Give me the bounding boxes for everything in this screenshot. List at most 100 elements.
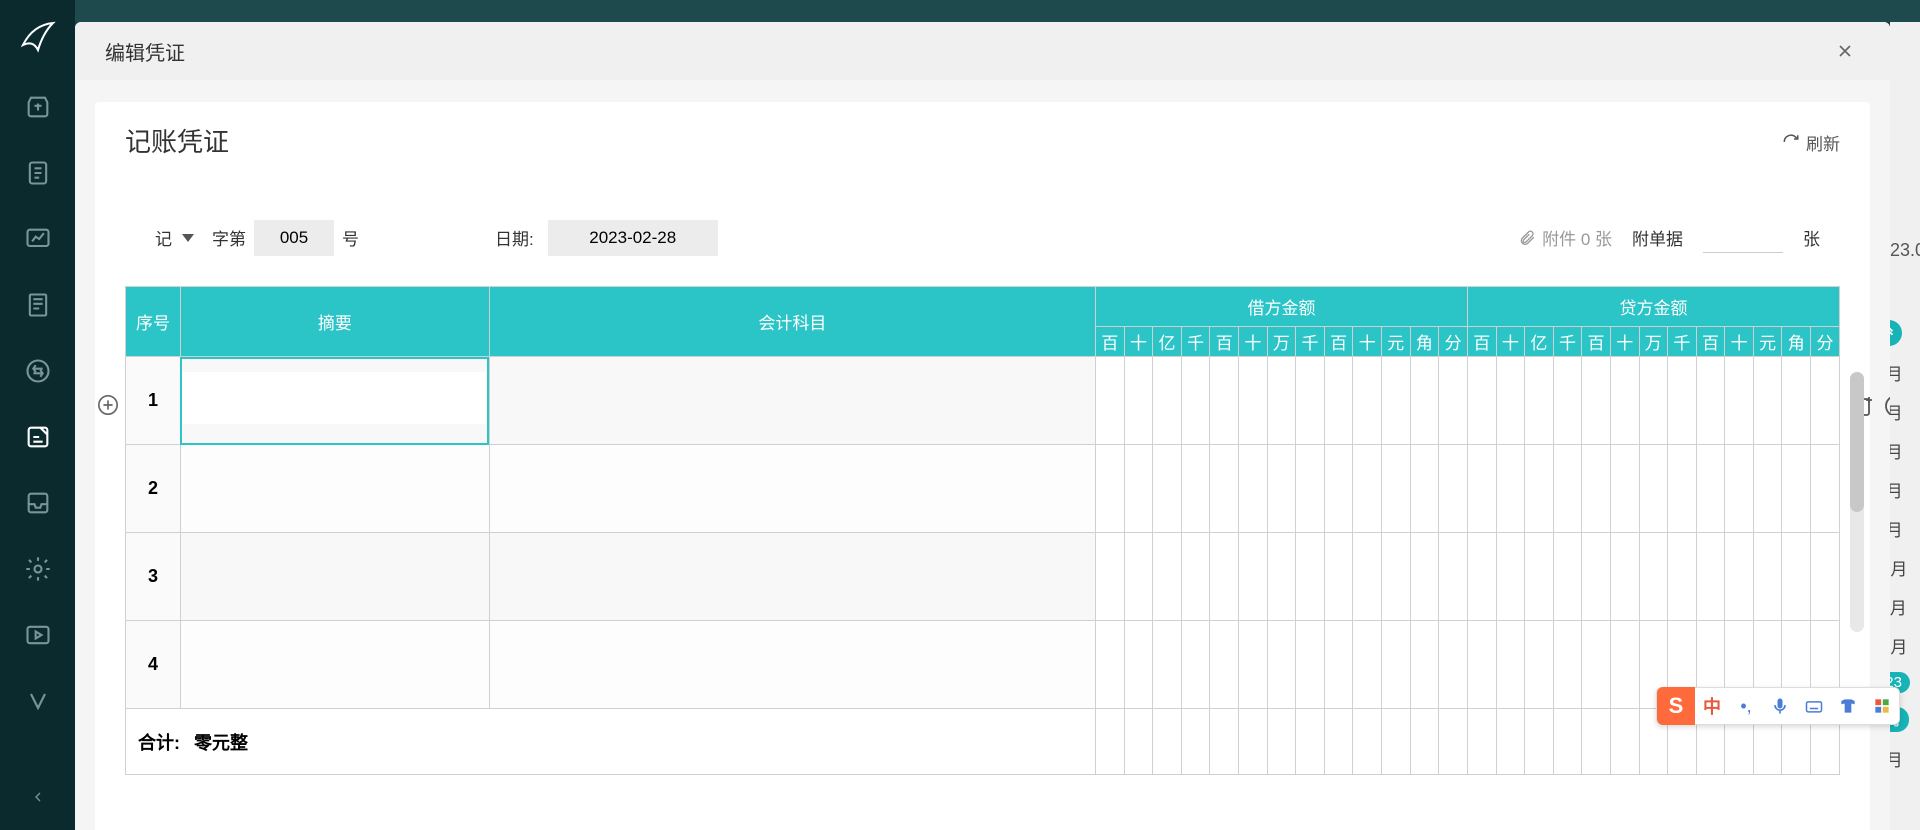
- amount-digit-cell[interactable]: [1553, 445, 1582, 533]
- subject-cell[interactable]: [489, 357, 1095, 445]
- amount-digit-cell[interactable]: [1610, 621, 1639, 709]
- amount-digit-cell[interactable]: [1410, 357, 1439, 445]
- amount-digit-cell[interactable]: [1496, 445, 1525, 533]
- amount-digit-cell[interactable]: [1124, 533, 1153, 621]
- amount-digit-cell[interactable]: [1696, 445, 1725, 533]
- amount-digit-cell[interactable]: [1296, 357, 1325, 445]
- amount-digit-cell[interactable]: [1582, 621, 1611, 709]
- amount-digit-cell[interactable]: [1153, 357, 1182, 445]
- nav-exchange-icon[interactable]: [24, 357, 52, 385]
- amount-digit-cell[interactable]: [1753, 533, 1782, 621]
- delete-row-icon[interactable]: [1884, 394, 1890, 418]
- nav-doc-icon[interactable]: [24, 159, 52, 187]
- amount-digit-cell[interactable]: [1553, 357, 1582, 445]
- subject-cell[interactable]: [489, 621, 1095, 709]
- amount-digit-cell[interactable]: [1753, 445, 1782, 533]
- amount-digit-cell[interactable]: [1525, 533, 1554, 621]
- amount-digit-cell[interactable]: [1696, 533, 1725, 621]
- amount-digit-cell[interactable]: [1296, 621, 1325, 709]
- amount-digit-cell[interactable]: [1582, 445, 1611, 533]
- amount-digit-cell[interactable]: [1753, 357, 1782, 445]
- amount-digit-cell[interactable]: [1239, 357, 1268, 445]
- refresh-button[interactable]: 刷新: [1782, 130, 1840, 155]
- ime-lang-toggle[interactable]: 中: [1695, 687, 1729, 725]
- amount-digit-cell[interactable]: [1582, 357, 1611, 445]
- amount-digit-cell[interactable]: [1353, 445, 1382, 533]
- amount-digit-cell[interactable]: [1582, 533, 1611, 621]
- amount-digit-cell[interactable]: [1153, 533, 1182, 621]
- amount-digit-cell[interactable]: [1496, 621, 1525, 709]
- nav-video-icon[interactable]: [24, 621, 52, 649]
- voucher-type-select[interactable]: 记: [145, 219, 204, 256]
- nav-inbox-icon[interactable]: [24, 489, 52, 517]
- amount-digit-cell[interactable]: [1096, 357, 1125, 445]
- amount-digit-cell[interactable]: [1811, 533, 1840, 621]
- amount-digit-cell[interactable]: [1782, 533, 1811, 621]
- amount-digit-cell[interactable]: [1210, 445, 1239, 533]
- amount-digit-cell[interactable]: [1324, 445, 1353, 533]
- amount-digit-cell[interactable]: [1382, 533, 1411, 621]
- amount-digit-cell[interactable]: [1296, 533, 1325, 621]
- amount-digit-cell[interactable]: [1382, 357, 1411, 445]
- amount-digit-cell[interactable]: [1267, 357, 1296, 445]
- modal-close-button[interactable]: [1830, 36, 1860, 66]
- attachment-link[interactable]: 附件 0 张: [1518, 225, 1612, 250]
- ime-grid-icon[interactable]: [1865, 687, 1899, 725]
- amount-digit-cell[interactable]: [1496, 533, 1525, 621]
- amount-digit-cell[interactable]: [1668, 533, 1697, 621]
- subject-cell[interactable]: [489, 445, 1095, 533]
- table-scrollbar[interactable]: [1850, 372, 1864, 632]
- amount-digit-cell[interactable]: [1353, 621, 1382, 709]
- amount-digit-cell[interactable]: [1467, 445, 1496, 533]
- amount-digit-cell[interactable]: [1353, 533, 1382, 621]
- amount-digit-cell[interactable]: [1668, 357, 1697, 445]
- amount-digit-cell[interactable]: [1725, 357, 1754, 445]
- amount-digit-cell[interactable]: [1496, 357, 1525, 445]
- amount-digit-cell[interactable]: [1439, 621, 1468, 709]
- ime-skin-icon[interactable]: [1831, 687, 1865, 725]
- amount-digit-cell[interactable]: [1210, 533, 1239, 621]
- bill-count-input[interactable]: [1703, 223, 1783, 253]
- amount-digit-cell[interactable]: [1267, 533, 1296, 621]
- amount-digit-cell[interactable]: [1782, 357, 1811, 445]
- amount-digit-cell[interactable]: [1181, 621, 1210, 709]
- amount-digit-cell[interactable]: [1553, 621, 1582, 709]
- amount-digit-cell[interactable]: [1096, 621, 1125, 709]
- amount-digit-cell[interactable]: [1467, 621, 1496, 709]
- amount-digit-cell[interactable]: [1181, 533, 1210, 621]
- summary-cell[interactable]: [180, 533, 489, 621]
- summary-cell[interactable]: [180, 357, 489, 445]
- nav-money-icon[interactable]: [24, 93, 52, 121]
- ime-logo-icon[interactable]: S: [1657, 687, 1695, 725]
- amount-digit-cell[interactable]: [1181, 445, 1210, 533]
- amount-digit-cell[interactable]: [1324, 621, 1353, 709]
- amount-digit-cell[interactable]: [1124, 445, 1153, 533]
- amount-digit-cell[interactable]: [1410, 533, 1439, 621]
- amount-digit-cell[interactable]: [1439, 533, 1468, 621]
- ime-mic-icon[interactable]: [1763, 687, 1797, 725]
- amount-digit-cell[interactable]: [1410, 621, 1439, 709]
- amount-digit-cell[interactable]: [1296, 445, 1325, 533]
- amount-digit-cell[interactable]: [1353, 357, 1382, 445]
- amount-digit-cell[interactable]: [1382, 621, 1411, 709]
- summary-cell[interactable]: [180, 445, 489, 533]
- nav-chart-icon[interactable]: [24, 225, 52, 253]
- amount-digit-cell[interactable]: [1153, 445, 1182, 533]
- amount-digit-cell[interactable]: [1610, 445, 1639, 533]
- amount-digit-cell[interactable]: [1124, 621, 1153, 709]
- amount-digit-cell[interactable]: [1696, 357, 1725, 445]
- sidebar-collapse-icon[interactable]: [30, 789, 46, 810]
- amount-digit-cell[interactable]: [1610, 357, 1639, 445]
- amount-digit-cell[interactable]: [1639, 357, 1668, 445]
- amount-digit-cell[interactable]: [1725, 445, 1754, 533]
- amount-digit-cell[interactable]: [1096, 533, 1125, 621]
- amount-digit-cell[interactable]: [1210, 357, 1239, 445]
- amount-digit-cell[interactable]: [1467, 357, 1496, 445]
- amount-digit-cell[interactable]: [1267, 621, 1296, 709]
- amount-digit-cell[interactable]: [1324, 533, 1353, 621]
- nav-v-icon[interactable]: [24, 687, 52, 715]
- amount-digit-cell[interactable]: [1525, 445, 1554, 533]
- nav-receipt-icon[interactable]: [24, 291, 52, 319]
- amount-digit-cell[interactable]: [1267, 445, 1296, 533]
- amount-digit-cell[interactable]: [1782, 445, 1811, 533]
